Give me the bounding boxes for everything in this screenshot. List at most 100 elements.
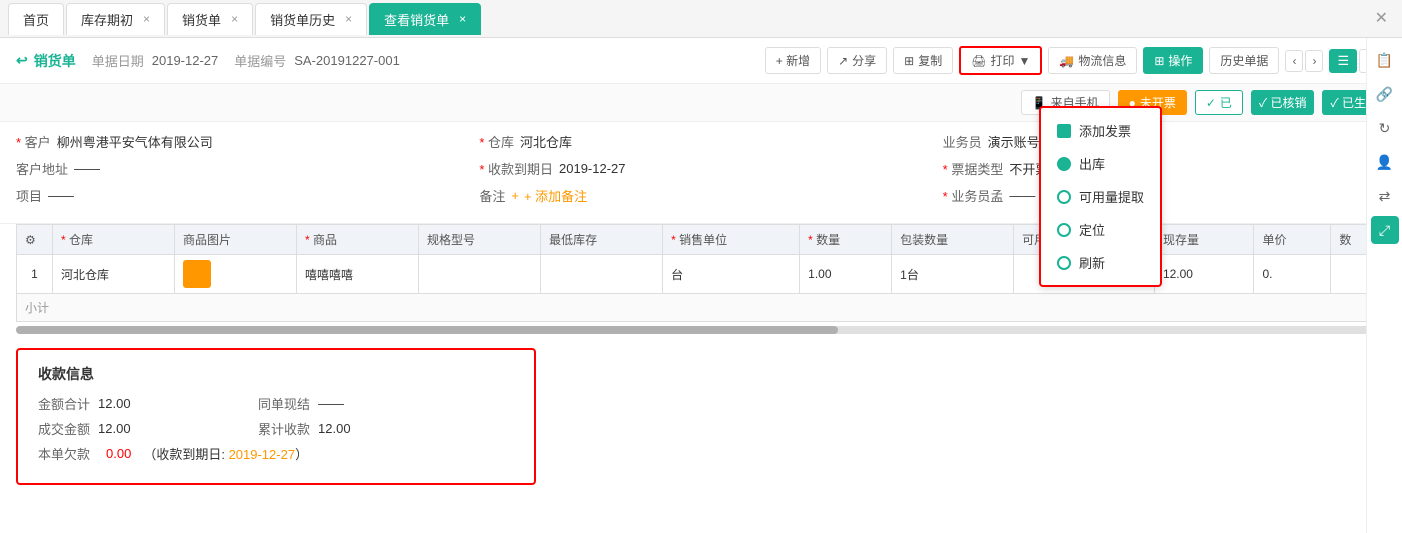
th-min-stock: 最低库存 [541,225,663,255]
staff-label: 业务员 [943,132,982,151]
tab-sales-history-close[interactable]: × [345,12,352,26]
tab-view-sales-order[interactable]: 查看销货单 × [369,3,481,35]
cancelled-status-button[interactable]: ✓ 已核销 [1251,90,1315,115]
print-button[interactable]: 🖨 打印 ▼ [959,46,1042,75]
project-value: —— [48,188,74,203]
locate-icon [1057,223,1071,237]
cell-image [175,255,297,294]
confirm-button[interactable]: ✓ 已 [1195,90,1243,115]
th-unit: 销售单位 [663,225,800,255]
close-button[interactable]: ✕ [1361,0,1402,36]
menu-item-add-invoice[interactable]: 添加发票 [1041,114,1160,147]
tab-view-sales-order-close[interactable]: × [459,12,466,26]
tab-inventory-init-close[interactable]: × [143,12,150,26]
this-order-due-item: 本单欠款 0.00 （收款到期日: 2019-12-27） [38,444,438,463]
available-extract-label: 可用量提取 [1079,187,1144,206]
tab-sales-order-close[interactable]: × [231,12,238,26]
project-label: 项目 [16,186,42,205]
tab-sales-order[interactable]: 销货单 × [167,3,253,35]
copy-button[interactable]: ⊞ 复制 [893,47,953,74]
form-row-1: 客户 柳州粤港平安气体有限公司 仓库 河北仓库 业务员 演示账号 [16,132,1386,151]
add-button[interactable]: + 新增 [765,47,821,74]
cell-stock: 12.00 [1154,255,1254,294]
sidebar-exchange-icon[interactable]: ⇄ [1371,182,1399,210]
customer-label: 客户 [16,132,51,151]
deal-amount-label: 成交金额 [38,419,90,438]
available-extract-icon [1057,190,1071,204]
th-price: 单价 [1254,225,1331,255]
list-view-button[interactable]: ☰ [1329,49,1357,73]
tab-sales-history-label: 销货单历史 [270,10,335,29]
toolbar-row: 📱 来自手机 ● 未开票 ✓ 已 ✓ 已核销 ✓ 已生效 [0,84,1402,122]
form-row-2: 客户地址 —— 收款到期日 2019-12-27 票据类型 不开票 [16,159,1386,178]
tab-inventory-init-label: 库存期初 [81,10,133,29]
payment-row-1: 金额合计 12.00 同单现结 —— [38,394,514,413]
same-order-settle-value: —— [318,396,344,411]
form-section: 客户 柳州粤港平安气体有限公司 仓库 河北仓库 业务员 演示账号 客户地址 —— [0,122,1402,224]
th-warehouse: 仓库 [53,225,175,255]
sidebar-link-icon[interactable]: 🔗 [1371,80,1399,108]
date-label: 单据日期 [92,51,144,70]
warehouse-field: 仓库 河北仓库 [479,132,922,151]
note-field: 备注 + + 添加备注 [479,186,922,205]
product-image [183,260,211,288]
doc-date-section: 单据日期 2019-12-27 [92,51,219,70]
same-order-settle-label: 同单现结 [258,394,310,413]
operation-button[interactable]: ⊞ 操作 [1143,47,1203,74]
project-field: 项目 —— [16,186,459,205]
this-order-due-value: 0.00 [106,446,131,461]
th-quantity: 数量 [800,225,892,255]
add-note-button[interactable]: + + 添加备注 [511,186,587,205]
payment-row-2: 成交金额 12.00 累计收款 12.00 [38,419,514,438]
history-button[interactable]: 历史单据 [1209,47,1279,74]
nav-arrows: ‹ › [1285,50,1323,72]
subtotal-label: 小计 [17,294,1386,322]
prev-button[interactable]: ‹ [1285,50,1303,72]
payment-section: 收款信息 金额合计 12.00 同单现结 —— 成交金额 12.00 [0,338,1402,495]
tab-home[interactable]: 首页 [8,3,64,35]
doc-header: ↩ 销货单 单据日期 2019-12-27 单据编号 SA-20191227-0… [0,38,1402,84]
this-order-due-note: （收款到期日: 2019-12-27） [143,444,308,463]
cell-unit: 台 [663,255,800,294]
check-icon: ✓ [1206,96,1216,110]
tab-sales-history[interactable]: 销货单历史 × [255,3,367,35]
menu-item-outbound[interactable]: 出库 [1041,147,1160,180]
date-value: 2019-12-27 [152,53,219,68]
share-icon: ↗ [838,54,848,68]
horizontal-scrollbar[interactable] [16,326,1386,334]
table-row: 1 河北仓库 嘻嘻嘻嘻 台 1.00 1台 12.00 0. [17,255,1386,294]
outbound-label: 出库 [1079,154,1105,173]
share-button[interactable]: ↗ 分享 [827,47,887,74]
menu-item-locate[interactable]: 定位 [1041,213,1160,246]
form-row-3: 项目 —— 备注 + + 添加备注 业务员孟 —— [16,186,1386,205]
sidebar-user-icon[interactable]: 👤 [1371,148,1399,176]
scrollbar-track [16,326,1386,334]
sidebar-expand-icon[interactable]: ⤢ [1371,216,1399,244]
menu-item-available-extract[interactable]: 可用量提取 [1041,180,1160,213]
subtotal-row: 小计 [17,294,1386,322]
cell-product: 嘻嘻嘻嘻 [297,255,419,294]
staffmeng-value: —— [1009,188,1035,203]
warehouse-value: 河北仓库 [520,132,572,151]
tab-view-sales-order-label: 查看销货单 [384,10,449,29]
staffmeng-label: 业务员孟 [943,186,1004,205]
tab-bar: 首页 库存期初 × 销货单 × 销货单历史 × 查看销货单 × [0,0,1402,38]
next-button[interactable]: › [1305,50,1323,72]
menu-item-refresh[interactable]: 刷新 [1041,246,1160,279]
note-label: 备注 [479,186,505,205]
sidebar-refresh-icon[interactable]: ↻ [1371,114,1399,142]
cumulative-receipt-value: 12.00 [318,421,351,436]
grid-icon: ⊞ [1154,54,1164,68]
total-amount-value: 12.00 [98,396,131,411]
cell-min-stock [541,255,663,294]
staff-field: 业务员 演示账号 [943,132,1386,151]
address-label: 客户地址 [16,159,68,178]
truck-icon: 🚚 [1059,54,1074,68]
logistics-button[interactable]: 🚚 物流信息 [1048,47,1137,74]
tab-inventory-init[interactable]: 库存期初 × [66,3,165,35]
sidebar-clipboard-icon[interactable]: 📋 [1371,46,1399,74]
th-product: 商品 [297,225,419,255]
doc-icon: ↩ [16,52,28,69]
total-amount-label: 金额合计 [38,394,90,413]
th-stock: 现存量 [1154,225,1254,255]
